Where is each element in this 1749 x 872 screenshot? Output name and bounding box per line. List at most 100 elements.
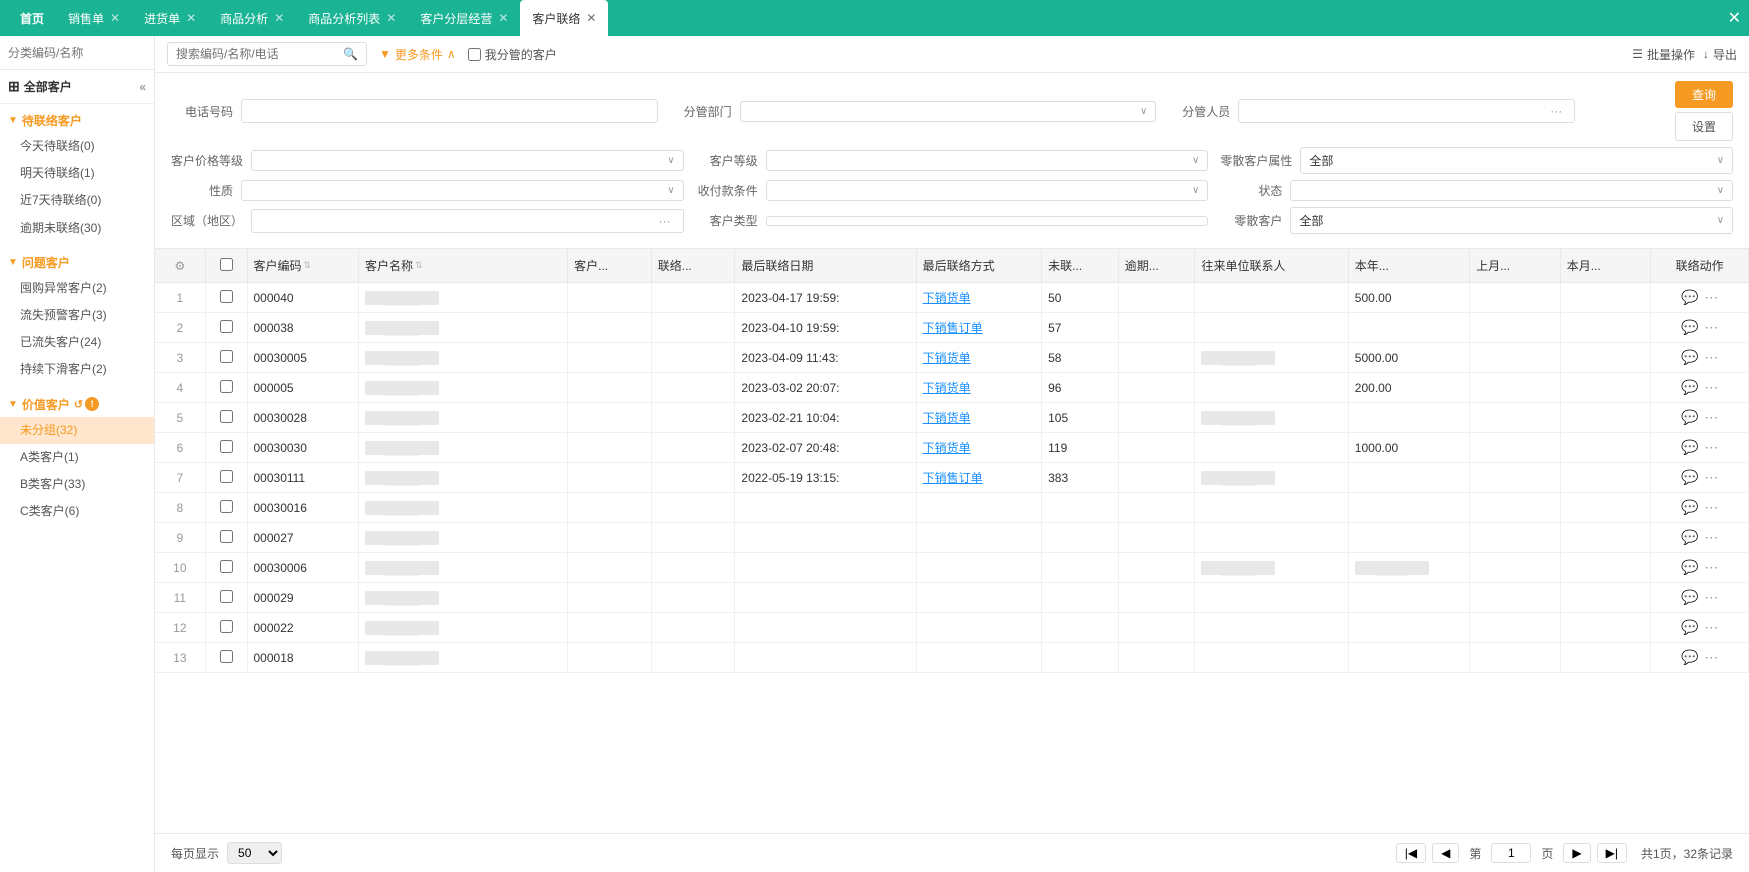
filter-search-input[interactable] [176,47,343,61]
cell-last-method[interactable] [916,523,1041,553]
cell-last-method[interactable]: 下销货单 [916,433,1041,463]
cell-last-method[interactable]: 下销售订单 [916,463,1041,493]
price-level-select[interactable]: ∨ [251,150,684,171]
sidebar-item-7days[interactable]: 近7天待联络(0) [0,187,154,214]
cell-last-method[interactable]: 下销货单 [916,343,1041,373]
cell-last-method[interactable] [916,553,1041,583]
first-page-btn[interactable]: |◀ [1396,843,1426,863]
export-btn[interactable]: ↓ 导出 [1703,46,1737,63]
sidebar-item-declining[interactable]: 持续下滑客户(2) [0,356,154,383]
more-icon[interactable]: ⋯ [1704,619,1718,636]
cell-check[interactable] [205,583,247,613]
sidebar-item-overdue[interactable]: 逾期未联络(30) [0,215,154,242]
cell-check[interactable] [205,343,247,373]
page-number-input[interactable] [1491,843,1531,863]
cell-last-method[interactable]: 下销货单 [916,403,1041,433]
contact-icon[interactable]: 💬 [1681,559,1698,576]
next-page-btn[interactable]: ▶ [1563,843,1590,863]
tab-customer-contact-close[interactable]: ✕ [586,11,596,25]
cell-last-method[interactable]: 下销货单 [916,283,1041,313]
global-close-button[interactable]: ✕ [1728,8,1741,28]
more-icon[interactable]: ⋯ [1704,319,1718,336]
retail-select[interactable]: 全部 ∨ [1290,207,1733,234]
tab-product-analysis[interactable]: 商品分析 ✕ [208,0,296,36]
my-customers-checkbox[interactable]: 我分管的客户 [468,46,557,63]
th-last-month[interactable]: 上月... [1470,249,1561,283]
cell-check[interactable] [205,523,247,553]
contact-icon[interactable]: 💬 [1681,589,1698,606]
cell-check[interactable] [205,433,247,463]
th-overdue[interactable]: 逾期... [1118,249,1195,283]
contact-icon[interactable]: 💬 [1681,619,1698,636]
sidebar-item-tomorrow[interactable]: 明天待联络(1) [0,160,154,187]
more-icon[interactable]: ⋯ [1704,499,1718,516]
status-select[interactable]: ∨ [1290,180,1733,201]
more-conditions-btn[interactable]: ▼ 更多条件 ∧ [379,46,456,63]
nature-select[interactable]: ∨ [241,180,684,201]
more-icon[interactable]: ⋯ [1704,559,1718,576]
cell-check[interactable] [205,613,247,643]
sidebar-item-class-b[interactable]: B类客户(33) [0,471,154,498]
sidebar-item-class-a[interactable]: A类客户(1) [0,444,154,471]
th-check[interactable] [205,249,247,283]
contact-icon[interactable]: 💬 [1681,469,1698,486]
contact-icon[interactable]: 💬 [1681,349,1698,366]
more-icon[interactable]: ⋯ [1704,469,1718,486]
retail-attr-select[interactable]: 全部 ∨ [1300,147,1733,174]
my-customers-check[interactable] [468,48,481,61]
cell-last-method[interactable]: 下销售订单 [916,313,1041,343]
sort-code[interactable]: 客户编码⇅ [254,257,312,274]
sidebar-section-pending-title[interactable]: ▼ 待联络客户 [0,108,154,133]
sidebar-item-churn-warning[interactable]: 流失预警客户(3) [0,302,154,329]
tab-product-analysis-close[interactable]: ✕ [274,11,284,25]
cell-check[interactable] [205,463,247,493]
select-all-checkbox[interactable] [220,258,233,271]
th-type[interactable]: 客户... [568,249,652,283]
sidebar-item-ungrouped[interactable]: 未分组(32) [0,417,154,444]
th-code[interactable]: 客户编码⇅ [247,249,359,283]
tab-customer-contact[interactable]: 客户联络 ✕ [520,0,608,36]
batch-ops-btn[interactable]: ☰ 批量操作 [1632,46,1695,63]
reset-button[interactable]: 设置 [1675,112,1733,141]
cust-type-select[interactable] [766,216,1209,226]
more-icon[interactable]: ⋯ [1704,589,1718,606]
contact-icon[interactable]: 💬 [1681,439,1698,456]
contact-icon[interactable]: 💬 [1681,649,1698,666]
th-no-contact[interactable]: 未联... [1042,249,1119,283]
contact-icon[interactable]: 💬 [1681,499,1698,516]
contact-icon[interactable]: 💬 [1681,289,1698,306]
sort-name[interactable]: 客户名称⇅ [365,257,423,274]
staff-select[interactable]: ··· [1238,99,1575,123]
th-name[interactable]: 客户名称⇅ [359,249,568,283]
sidebar-search-input[interactable] [8,46,155,60]
sidebar-section-problem-title[interactable]: ▼ 问题客户 [0,250,154,275]
more-icon[interactable]: ⋯ [1704,649,1718,666]
tab-product-analysis-list-close[interactable]: ✕ [386,11,396,25]
sidebar-section-value-title[interactable]: ▼ 价值客户 ↺ ! [0,392,154,417]
region-select[interactable]: ··· [251,209,684,233]
tab-product-analysis-list[interactable]: 商品分析列表 ✕ [296,0,408,36]
tab-purchase-close[interactable]: ✕ [186,11,196,25]
tab-customer-segment-close[interactable]: ✕ [498,11,508,25]
th-contact[interactable]: 联络... [651,249,735,283]
th-last-date[interactable]: 最后联络日期 [735,249,916,283]
th-partner[interactable]: 往来单位联系人 [1195,249,1348,283]
contact-icon[interactable]: 💬 [1681,319,1698,336]
last-page-btn[interactable]: ▶| [1597,843,1627,863]
sidebar-item-abnormal-purchase[interactable]: 囤购异常客户(2) [0,275,154,302]
more-icon[interactable]: ⋯ [1704,379,1718,396]
level-select[interactable]: ∨ [766,150,1209,171]
cell-last-method[interactable] [916,493,1041,523]
cell-check[interactable] [205,553,247,583]
cell-last-method[interactable] [916,583,1041,613]
more-icon[interactable]: ⋯ [1704,409,1718,426]
th-this-month[interactable]: 本月... [1560,249,1651,283]
cell-last-method[interactable] [916,613,1041,643]
cell-check[interactable] [205,403,247,433]
contact-icon[interactable]: 💬 [1681,529,1698,546]
cell-check[interactable] [205,313,247,343]
cell-last-method[interactable] [916,643,1041,673]
sidebar-all-customers[interactable]: ⊞ 全部客户 « [0,70,154,104]
phone-input[interactable] [241,99,658,123]
more-icon[interactable]: ⋯ [1704,529,1718,546]
